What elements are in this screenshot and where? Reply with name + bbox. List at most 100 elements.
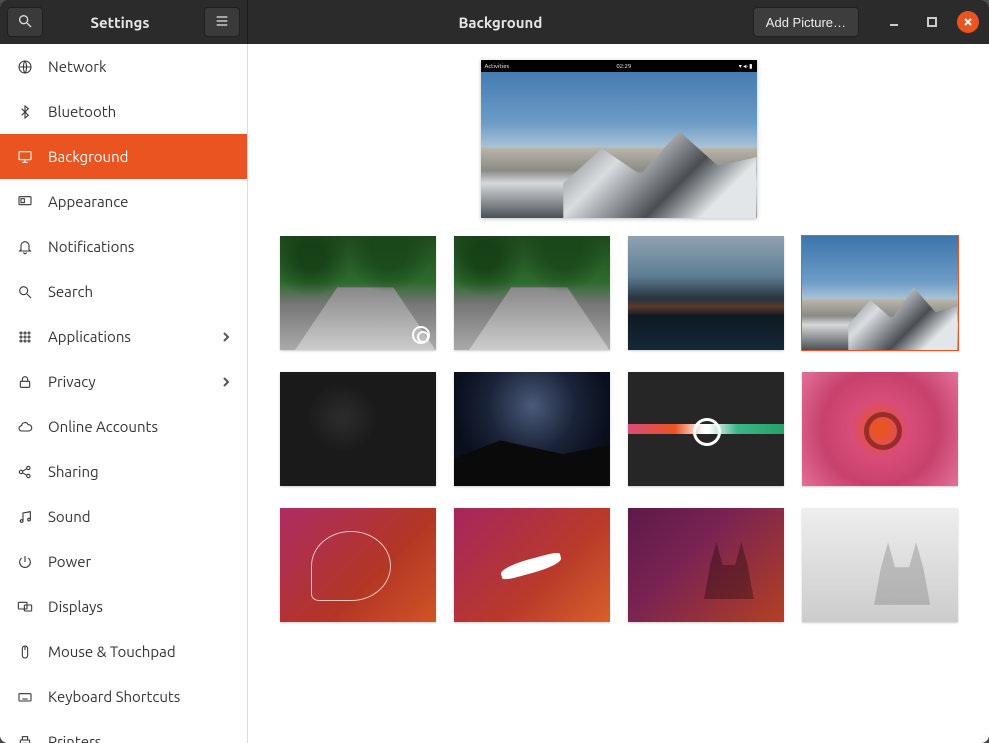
sidebar-item-privacy[interactable]: Privacy xyxy=(0,359,247,404)
slideshow-badge-icon xyxy=(412,326,430,344)
appearance-icon xyxy=(16,193,34,211)
headerbar-left: Settings xyxy=(0,0,248,44)
current-wallpaper-preview: Activities 02:29 ▾ ◂› ▮ xyxy=(481,60,757,218)
sidebar-item-label: Background xyxy=(48,148,231,165)
power-icon xyxy=(16,553,34,571)
wallpaper-thumb[interactable] xyxy=(280,372,436,486)
wallpaper-grid xyxy=(248,236,989,622)
chevron-right-icon xyxy=(221,328,231,345)
headerbar: Settings Background Add Picture… xyxy=(0,0,989,44)
panel-title: Background xyxy=(248,14,753,31)
wallpaper-thumb[interactable] xyxy=(454,372,610,486)
wallpaper-image xyxy=(802,372,958,486)
sidebar-item-label: Appearance xyxy=(48,193,231,210)
wallpaper-thumb[interactable] xyxy=(280,236,436,350)
wallpaper-thumb[interactable] xyxy=(628,372,784,486)
sidebar-item-network[interactable]: Network xyxy=(0,44,247,89)
music-icon xyxy=(16,508,34,526)
sidebar-item-label: Sound xyxy=(48,508,231,525)
maximize-button[interactable] xyxy=(919,9,945,35)
wallpaper-thumb[interactable] xyxy=(628,508,784,622)
current-wallpaper-preview-wrap: Activities 02:29 ▾ ◂› ▮ xyxy=(248,44,989,236)
sidebar-item-label: Keyboard Shortcuts xyxy=(48,688,231,705)
wallpaper-thumb[interactable] xyxy=(280,508,436,622)
sidebar-item-label: Privacy xyxy=(48,373,207,390)
sidebar-item-label: Sharing xyxy=(48,463,231,480)
wallpaper-thumb[interactable] xyxy=(802,508,958,622)
sidebar-item-label: Displays xyxy=(48,598,231,615)
wallpaper-image xyxy=(628,236,784,350)
preview-activities-label: Activities xyxy=(485,63,510,70)
sidebar-item-power[interactable]: Power xyxy=(0,539,247,584)
wallpaper-thumb[interactable] xyxy=(454,508,610,622)
wallpaper-image xyxy=(628,508,784,622)
search-button[interactable] xyxy=(7,7,43,37)
wallpaper-image xyxy=(280,372,436,486)
sidebar-item-background[interactable]: Background xyxy=(0,134,247,179)
preview-topbar: Activities 02:29 ▾ ◂› ▮ xyxy=(481,60,757,72)
sidebar-item-sound[interactable]: Sound xyxy=(0,494,247,539)
sidebar-item-label: Mouse & Touchpad xyxy=(48,643,231,660)
wallpaper-image xyxy=(454,508,610,622)
wallpaper-image xyxy=(454,236,610,350)
keyboard-icon xyxy=(16,688,34,706)
wallpaper-image xyxy=(802,236,958,350)
bluetooth-icon xyxy=(16,103,34,121)
maximize-icon xyxy=(926,14,938,31)
sidebar-item-label: Printers xyxy=(48,733,231,743)
headerbar-right: Background Add Picture… xyxy=(248,0,989,44)
add-picture-label: Add Picture… xyxy=(766,15,846,30)
monitor-icon xyxy=(16,148,34,166)
grid-icon xyxy=(16,328,34,346)
bell-icon xyxy=(16,238,34,256)
sidebar-item-label: Network xyxy=(48,58,231,75)
mouse-icon xyxy=(16,643,34,661)
sidebar-item-mouse-touchpad[interactable]: Mouse & Touchpad xyxy=(0,629,247,674)
settings-title: Settings xyxy=(43,14,197,31)
wallpaper-image xyxy=(280,508,436,622)
sidebar-item-label: Notifications xyxy=(48,238,231,255)
cloud-icon xyxy=(16,418,34,436)
sidebar-item-label: Power xyxy=(48,553,231,570)
search-icon xyxy=(16,283,34,301)
preview-clock: 02:29 xyxy=(616,63,631,70)
share-icon xyxy=(16,463,34,481)
wallpaper-thumb[interactable] xyxy=(454,236,610,350)
close-button[interactable] xyxy=(957,11,979,33)
wallpaper-thumb[interactable] xyxy=(802,236,958,350)
window-body: Network Bluetooth Background Appearance Noti… xyxy=(0,44,989,743)
wallpaper-image xyxy=(454,372,610,486)
wallpaper-image xyxy=(628,372,784,486)
wallpaper-thumb[interactable] xyxy=(802,372,958,486)
wallpaper-thumb[interactable] xyxy=(628,236,784,350)
sidebar[interactable]: Network Bluetooth Background Appearance Noti… xyxy=(0,44,248,743)
sidebar-item-keyboard-shortcuts[interactable]: Keyboard Shortcuts xyxy=(0,674,247,719)
sidebar-item-label: Applications xyxy=(48,328,207,345)
sidebar-item-appearance[interactable]: Appearance xyxy=(0,179,247,224)
hamburger-icon xyxy=(214,13,230,32)
printer-icon xyxy=(16,733,34,743)
globe-icon xyxy=(16,58,34,76)
sidebar-item-notifications[interactable]: Notifications xyxy=(0,224,247,269)
add-picture-button[interactable]: Add Picture… xyxy=(753,7,859,37)
background-panel: Activities 02:29 ▾ ◂› ▮ xyxy=(248,44,989,743)
displays-icon xyxy=(16,598,34,616)
search-icon xyxy=(17,13,33,32)
sidebar-item-sharing[interactable]: Sharing xyxy=(0,449,247,494)
sidebar-item-bluetooth[interactable]: Bluetooth xyxy=(0,89,247,134)
sidebar-item-search[interactable]: Search xyxy=(0,269,247,314)
sidebar-item-printers[interactable]: Printers xyxy=(0,719,247,743)
menu-button[interactable] xyxy=(204,7,240,37)
sidebar-item-displays[interactable]: Displays xyxy=(0,584,247,629)
sidebar-item-online-accounts[interactable]: Online Accounts xyxy=(0,404,247,449)
sidebar-item-applications[interactable]: Applications xyxy=(0,314,247,359)
sidebar-item-label: Bluetooth xyxy=(48,103,231,120)
wallpaper-image xyxy=(802,508,958,622)
lock-icon xyxy=(16,373,34,391)
sidebar-item-label: Online Accounts xyxy=(48,418,231,435)
preview-image xyxy=(481,60,757,218)
preview-status-icons: ▾ ◂› ▮ xyxy=(739,63,753,70)
sidebar-item-label: Search xyxy=(48,283,231,300)
close-icon xyxy=(962,14,974,31)
minimize-button[interactable] xyxy=(881,9,907,35)
